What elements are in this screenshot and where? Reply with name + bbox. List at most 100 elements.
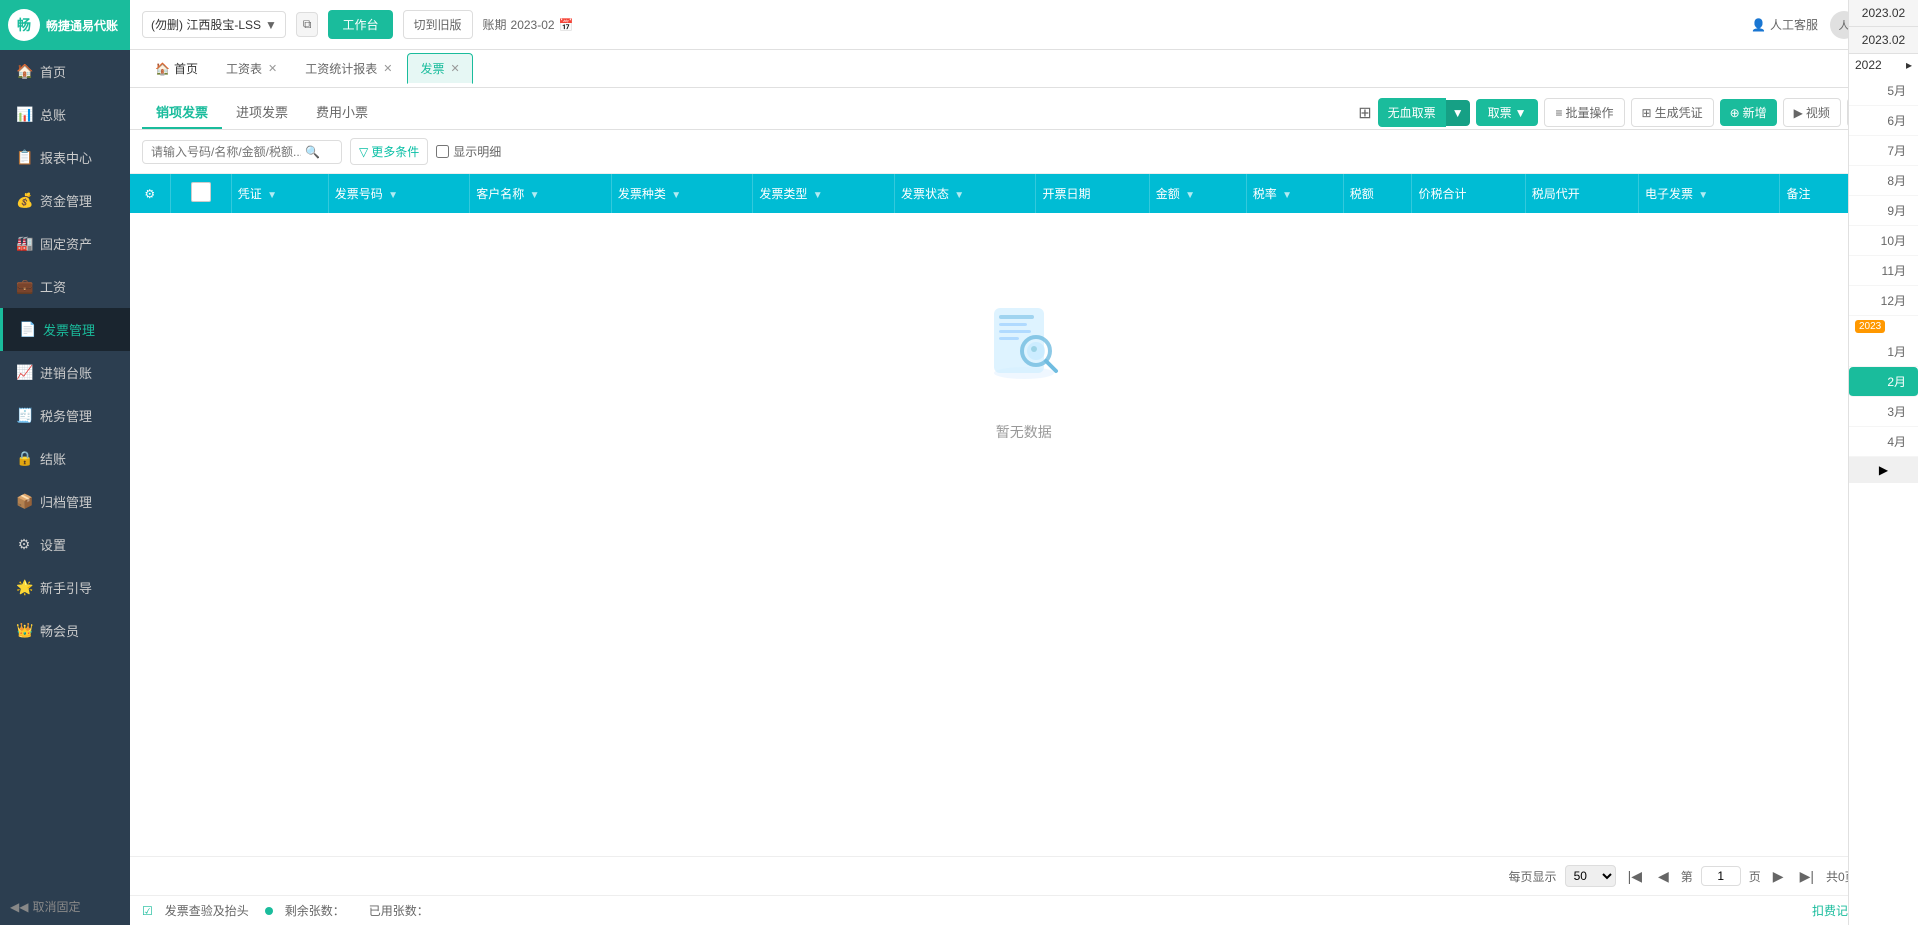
batch-ops-icon: ≡ xyxy=(1555,106,1562,120)
bottom-bar: ☑ 发票查验及抬头 剩余张数： 已用张数： 扣费记录 去充值 xyxy=(130,895,1918,925)
search-input[interactable] xyxy=(151,145,301,159)
copy-button[interactable]: ⧉ xyxy=(296,12,319,37)
company-selector[interactable]: (勿删) 江西股宝-LSS ▼ xyxy=(142,11,286,38)
closing-icon: 🔒 xyxy=(16,450,32,467)
sidebar-bottom-pin[interactable]: ◀◀ 取消固定 xyxy=(0,888,130,925)
get-ticket-button[interactable]: 取票 ▼ xyxy=(1476,99,1539,126)
page-input[interactable] xyxy=(1701,866,1741,886)
date-month-5[interactable]: 5月 xyxy=(1849,76,1918,106)
new-icon: ⊕ xyxy=(1730,106,1740,120)
tab-salary-table[interactable]: 工资表 ✕ xyxy=(213,53,290,84)
sidebar-item-sales-account[interactable]: 📈 进销台账 xyxy=(0,351,130,394)
check-status-dot xyxy=(265,907,273,915)
table-layout-icon[interactable]: ⊞ xyxy=(1358,103,1371,123)
col-amount-filter[interactable]: ▼ xyxy=(1185,190,1195,201)
generate-voucher-label: 生成凭证 xyxy=(1655,104,1703,121)
col-invoice-status-filter[interactable]: ▼ xyxy=(954,190,964,201)
col-voucher-filter[interactable]: ▼ xyxy=(267,190,277,201)
tab-salary-stats[interactable]: 工资统计报表 ✕ xyxy=(292,53,405,84)
col-tax-rate-filter[interactable]: ▼ xyxy=(1282,190,1292,201)
workbench-button[interactable]: 工作台 xyxy=(328,10,392,39)
period-value: 2023-02 xyxy=(511,18,555,32)
video-button[interactable]: ▶ 视频 xyxy=(1783,98,1841,127)
empty-icon xyxy=(974,293,1074,412)
member-icon: 👑 xyxy=(16,622,32,639)
tab-home[interactable]: 🏠 首页 xyxy=(142,53,211,84)
main-area: (勿删) 江西股宝-LSS ▼ ⧉ 工作台 切到旧版 账期 2023-02 📅 … xyxy=(130,0,1918,925)
date-month-2023-4[interactable]: 4月 xyxy=(1849,427,1918,457)
sidebar-item-closing[interactable]: 🔒 结账 xyxy=(0,437,130,480)
col-voucher: 凭证 ▼ xyxy=(231,174,328,213)
date-panel-header-1: 2023.02 xyxy=(1849,0,1918,27)
prev-page-button[interactable]: ◀ xyxy=(1654,866,1673,887)
sidebar-item-guide[interactable]: 🌟 新手引导 xyxy=(0,566,130,609)
col-invoice-class-filter[interactable]: ▼ xyxy=(813,190,823,201)
date-month-12[interactable]: 12月 xyxy=(1849,286,1918,316)
date-month-6[interactable]: 6月 xyxy=(1849,106,1918,136)
sidebar-item-settings[interactable]: ⚙ 设置 xyxy=(0,523,130,566)
sidebar-item-home[interactable]: 🏠 首页 xyxy=(0,50,130,93)
tab-salary-stats-close[interactable]: ✕ xyxy=(383,62,392,75)
tab-invoice-close[interactable]: ✕ xyxy=(450,62,459,75)
logo-icon: 畅 xyxy=(8,9,40,41)
next-page-button[interactable]: ▶ xyxy=(1769,866,1788,887)
ledger-icon: 📊 xyxy=(16,106,32,123)
select-all-checkbox[interactable] xyxy=(191,182,211,202)
tab-invoice[interactable]: 发票 ✕ xyxy=(407,53,472,84)
tab-salary-close[interactable]: ✕ xyxy=(268,62,277,75)
sidebar-item-archive[interactable]: 📦 归档管理 xyxy=(0,480,130,523)
funds-icon: 💰 xyxy=(16,192,32,209)
col-checkbox[interactable] xyxy=(170,174,231,213)
date-panel-year-2023[interactable]: 2023 xyxy=(1849,316,1918,337)
per-page-select[interactable]: 50 10 20 100 xyxy=(1565,865,1616,887)
sidebar-item-member[interactable]: 👑 畅会员 xyxy=(0,609,130,652)
home-icon: 🏠 xyxy=(16,63,32,80)
subtab-purchase-invoice[interactable]: 进项发票 xyxy=(222,96,302,129)
show-detail-checkbox[interactable] xyxy=(436,145,449,158)
show-detail-toggle[interactable]: 显示明细 xyxy=(436,143,501,160)
last-page-button[interactable]: ▶| xyxy=(1796,866,1818,887)
sidebar-item-fixed-assets[interactable]: 🏭 固定资产 xyxy=(0,222,130,265)
date-month-9[interactable]: 9月 xyxy=(1849,196,1918,226)
service-button[interactable]: 👤 人工客服 xyxy=(1751,16,1818,33)
period-label: 账期 2023-02 📅 xyxy=(483,16,574,33)
date-month-11[interactable]: 11月 xyxy=(1849,256,1918,286)
open-period-button[interactable]: 无血取票 xyxy=(1378,98,1446,127)
col-settings[interactable]: ⚙ xyxy=(130,174,170,213)
col-invoice-no-filter[interactable]: ▼ xyxy=(388,190,398,201)
col-e-invoice-filter[interactable]: ▼ xyxy=(1698,190,1708,201)
col-open-date: 开票日期 xyxy=(1036,174,1149,213)
pin-arrow-icon: ◀◀ xyxy=(10,900,28,914)
filter-button[interactable]: ▽ 更多条件 xyxy=(350,138,428,165)
col-customer-filter[interactable]: ▼ xyxy=(530,190,540,201)
col-customer: 客户名称 ▼ xyxy=(470,174,612,213)
video-label: 视频 xyxy=(1806,104,1830,121)
date-month-10[interactable]: 10月 xyxy=(1849,226,1918,256)
new-button[interactable]: ⊕ 新增 xyxy=(1720,99,1777,126)
open-period-dropdown[interactable]: ▼ xyxy=(1446,100,1470,126)
date-panel-collapse-button[interactable]: ▶ xyxy=(1849,457,1918,483)
date-month-7[interactable]: 7月 xyxy=(1849,136,1918,166)
subtab-sales-invoice[interactable]: 销项发票 xyxy=(142,96,222,129)
date-month-2023-1[interactable]: 1月 xyxy=(1849,337,1918,367)
date-panel-year-2022[interactable]: 2022 ▸ xyxy=(1849,54,1918,76)
generate-voucher-button[interactable]: ⊞ 生成凭证 xyxy=(1631,98,1714,127)
first-page-button[interactable]: |◀ xyxy=(1624,866,1646,887)
sidebar-item-reports[interactable]: 📋 报表中心 xyxy=(0,136,130,179)
sidebar-item-invoice-mgmt[interactable]: 📄 发票管理 xyxy=(0,308,130,351)
date-month-8[interactable]: 8月 xyxy=(1849,166,1918,196)
collapse-icon: ▶ xyxy=(1879,463,1888,477)
sidebar-item-ledger[interactable]: 📊 总账 xyxy=(0,93,130,136)
date-month-2023-2[interactable]: 2月 xyxy=(1849,367,1918,397)
tax-mgmt-icon: 🧾 xyxy=(16,407,32,424)
sidebar-item-salary[interactable]: 💼 工资 xyxy=(0,265,130,308)
date-month-2023-3[interactable]: 3月 xyxy=(1849,397,1918,427)
sidebar-item-funds[interactable]: 💰 资金管理 xyxy=(0,179,130,222)
batch-ops-button[interactable]: ≡ 批量操作 xyxy=(1544,98,1624,127)
sidebar-item-tax-mgmt[interactable]: 🧾 税务管理 xyxy=(0,394,130,437)
switch-version-button[interactable]: 切到旧版 xyxy=(403,10,473,39)
col-invoice-type-filter[interactable]: ▼ xyxy=(671,190,681,201)
subtab-expense-receipt[interactable]: 费用小票 xyxy=(302,96,382,129)
get-ticket-label: 取票 xyxy=(1488,104,1512,121)
page-label: 第 xyxy=(1681,868,1693,885)
